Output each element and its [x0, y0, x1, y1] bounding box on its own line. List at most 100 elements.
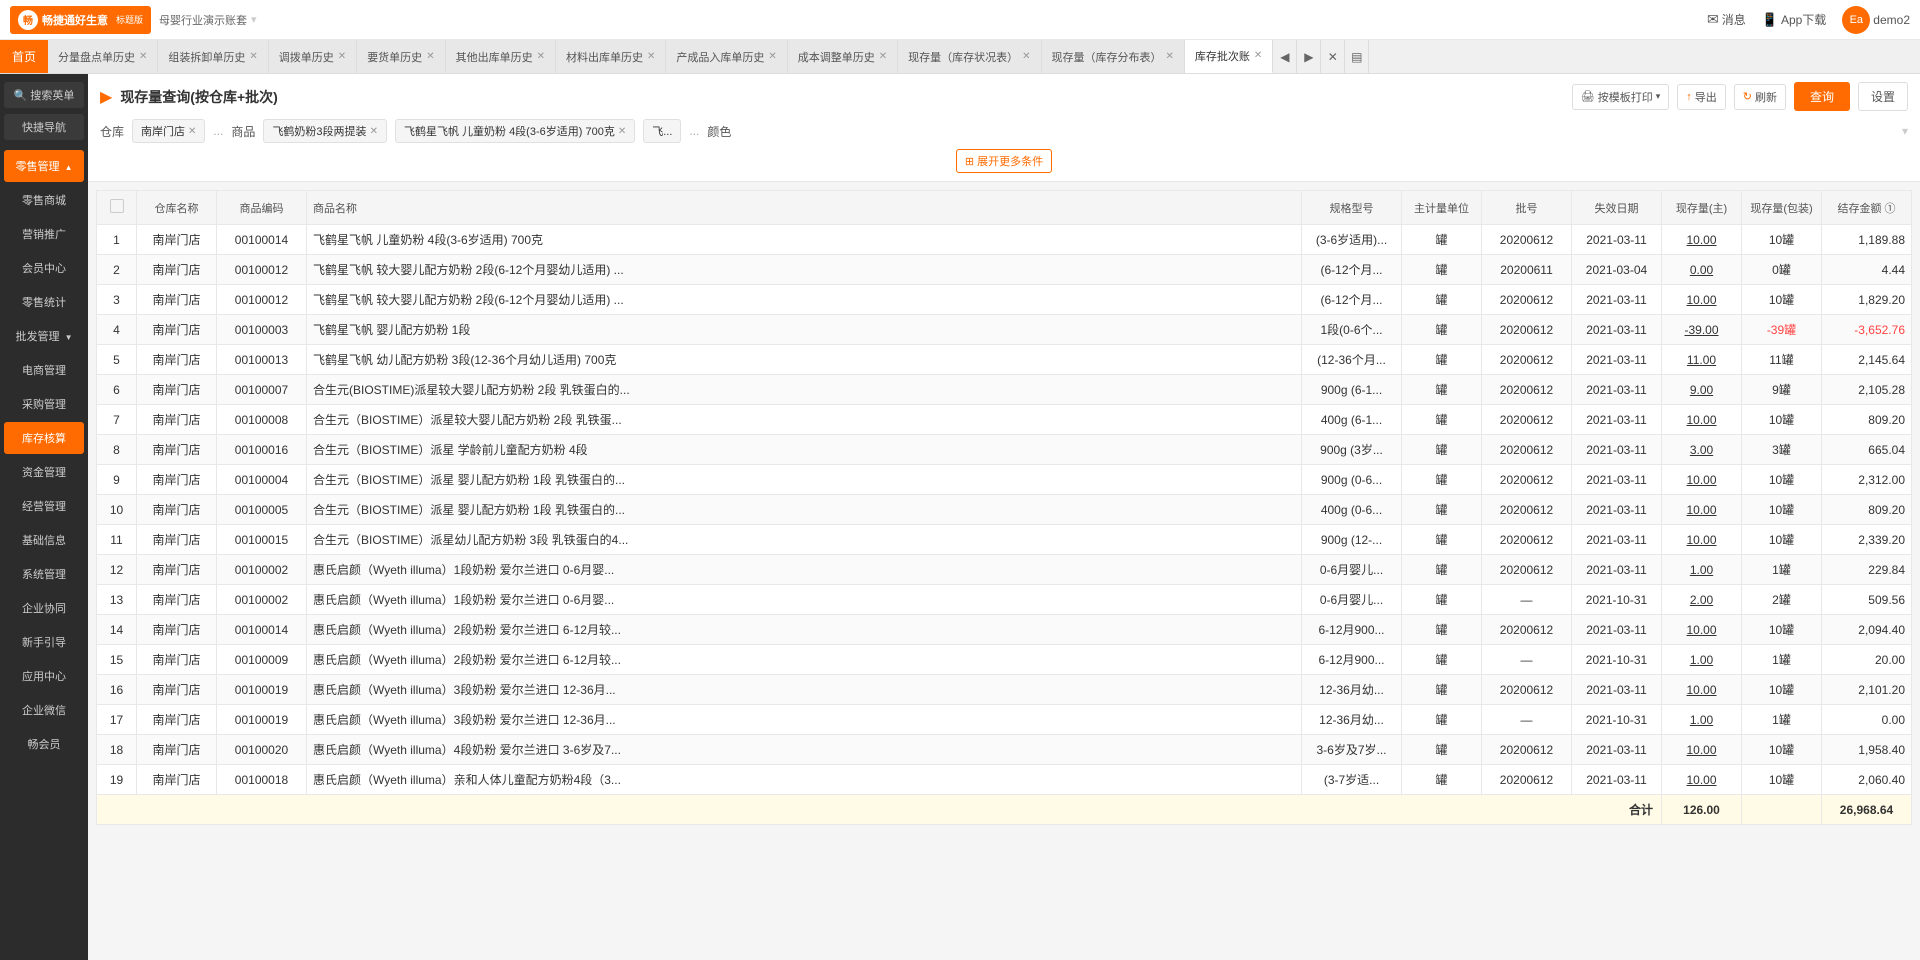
tab-5[interactable]: 其他出库单历史 ✕	[446, 40, 556, 74]
sidebar-item-retail-management[interactable]: 零售管理 ▲	[4, 150, 84, 182]
tab-8[interactable]: 成本调整单历史 ✕	[788, 40, 898, 74]
sidebar-item-purchase[interactable]: 采购管理	[4, 388, 84, 420]
cell-amount: 229.84	[1822, 555, 1912, 585]
download-btn[interactable]: 📱 App下载	[1762, 11, 1827, 28]
sidebar-item-member-label: 会员中心	[22, 263, 66, 275]
tab-7[interactable]: 产成品入库单历史 ✕	[666, 40, 787, 74]
sidebar-item-retail-stats[interactable]: 零售统计	[4, 286, 84, 318]
tab-close-all-btn[interactable]: ✕	[1321, 40, 1345, 74]
warehouse-more[interactable]: ...	[213, 124, 223, 138]
tab-prev-btn[interactable]: ◀	[1273, 40, 1297, 74]
cell-qty-main[interactable]: 2.00	[1662, 585, 1742, 615]
sidebar-item-finance[interactable]: 资金管理	[4, 456, 84, 488]
cell-qty-main[interactable]: 1.00	[1662, 705, 1742, 735]
sidebar-item-system[interactable]: 系统管理	[4, 558, 84, 590]
cell-qty-main[interactable]: 3.00	[1662, 435, 1742, 465]
sidebar-item-retail-mall[interactable]: 零售商城	[4, 184, 84, 216]
print-btn[interactable]: 🖨 按模板打印 ▾	[1572, 84, 1670, 110]
cell-qty-main[interactable]: 10.00	[1662, 465, 1742, 495]
sidebar-item-wechat[interactable]: 企业微信	[4, 694, 84, 726]
cell-amount: 665.04	[1822, 435, 1912, 465]
tab-3[interactable]: 调拨单历史 ✕	[269, 40, 357, 74]
tab-8-close[interactable]: ✕	[879, 51, 887, 62]
cell-expire: 2021-03-11	[1572, 525, 1662, 555]
product-more[interactable]: ...	[689, 124, 699, 138]
product-tag-more[interactable]: 飞...	[643, 119, 681, 143]
cell-qty-main[interactable]: 1.00	[1662, 645, 1742, 675]
product-tag-2[interactable]: 飞鹤星飞帆 儿童奶粉 4段(3-6岁适用) 700克 ✕	[395, 119, 635, 143]
cell-qty-main[interactable]: 10.00	[1662, 675, 1742, 705]
tab-6[interactable]: 材料出库单历史 ✕	[556, 40, 666, 74]
warehouse-tag[interactable]: 南岸门店 ✕	[132, 119, 205, 143]
tab-5-close[interactable]: ✕	[537, 51, 545, 62]
sidebar-item-enterprise-label: 企业协同	[22, 603, 66, 615]
cell-qty-main[interactable]: 10.00	[1662, 525, 1742, 555]
sidebar-item-marketing[interactable]: 营销推广	[4, 218, 84, 250]
sidebar-item-inventory[interactable]: 库存核算	[4, 422, 84, 454]
warehouse-tag-close[interactable]: ✕	[188, 126, 196, 137]
tab-next-btn[interactable]: ▶	[1297, 40, 1321, 74]
message-btn[interactable]: ✉ 消息	[1707, 11, 1746, 28]
expand-arrow[interactable]: ▶	[100, 87, 112, 107]
cell-qty-main[interactable]: 10.00	[1662, 225, 1742, 255]
tab-10[interactable]: 现存量（库存分布表） ✕	[1042, 40, 1185, 74]
settings-btn[interactable]: 设置	[1858, 82, 1908, 111]
tab-4[interactable]: 要货单历史 ✕	[357, 40, 445, 74]
print-label: 按模板打印	[1598, 89, 1653, 105]
sidebar-search[interactable]: 🔍 搜索英单	[4, 82, 84, 108]
export-btn[interactable]: ↑ 导出	[1677, 84, 1726, 110]
search-icon: 🔍	[14, 90, 28, 102]
logo-area[interactable]: 畅 畅捷通好生意 标题版	[10, 6, 151, 34]
cell-qty-main[interactable]: 1.00	[1662, 555, 1742, 585]
tab-6-close[interactable]: ✕	[647, 51, 655, 62]
tab-1-close[interactable]: ✕	[139, 51, 147, 62]
product-tag-1[interactable]: 飞鹤奶粉3段两提装 ✕	[263, 119, 387, 143]
cell-qty-main[interactable]: 10.00	[1662, 285, 1742, 315]
product-tag-1-close[interactable]: ✕	[370, 126, 378, 137]
cell-qty-main[interactable]: 9.00	[1662, 375, 1742, 405]
expand-conditions-btn[interactable]: ⊞ 展开更多条件	[956, 149, 1052, 173]
sidebar-item-enterprise[interactable]: 企业协同	[4, 592, 84, 624]
cell-batch: —	[1482, 645, 1572, 675]
tab-9-close[interactable]: ✕	[1022, 51, 1030, 62]
logo-subtitle: 标题版	[116, 13, 143, 26]
cell-num: 17	[97, 705, 137, 735]
cell-qty-main[interactable]: 11.00	[1662, 345, 1742, 375]
sidebar-item-member[interactable]: 会员中心	[4, 252, 84, 284]
cell-qty-main[interactable]: 10.00	[1662, 765, 1742, 795]
tab-10-close[interactable]: ✕	[1166, 51, 1174, 62]
product-tag-2-close[interactable]: ✕	[618, 126, 626, 137]
user-area[interactable]: Ea demo2	[1842, 6, 1910, 34]
tab-2[interactable]: 组装拆卸单历史 ✕	[158, 40, 268, 74]
tab-2-close[interactable]: ✕	[249, 51, 257, 62]
tab-4-close[interactable]: ✕	[426, 51, 434, 62]
cell-qty-main[interactable]: 10.00	[1662, 615, 1742, 645]
sidebar-item-apps[interactable]: 应用中心	[4, 660, 84, 692]
header-checkbox[interactable]	[110, 199, 124, 213]
sidebar-item-ecommerce[interactable]: 电商管理	[4, 354, 84, 386]
tab-9[interactable]: 现存量（库存状况表） ✕	[898, 40, 1041, 74]
tab-11-close[interactable]: ✕	[1254, 50, 1262, 61]
cell-qty-main[interactable]: 10.00	[1662, 405, 1742, 435]
tab-menu-btn[interactable]: ▤	[1345, 40, 1369, 74]
cell-qty-main[interactable]: -39.00	[1662, 315, 1742, 345]
tab-1[interactable]: 分量盘点单历史 ✕	[48, 40, 158, 74]
tab-11[interactable]: 库存批次账 ✕	[1185, 40, 1273, 74]
query-btn[interactable]: 查询	[1794, 82, 1850, 111]
sidebar-item-operations[interactable]: 经营管理	[4, 490, 84, 522]
sidebar-item-wholesale[interactable]: 批发管理 ▼	[4, 320, 84, 352]
tab-3-close[interactable]: ✕	[338, 51, 346, 62]
cell-qty-main[interactable]: 0.00	[1662, 255, 1742, 285]
tab-2-label: 组装拆卸单历史	[168, 49, 245, 65]
sidebar-item-member-plus[interactable]: 畅会员	[4, 728, 84, 760]
cell-name: 惠氏启颜（Wyeth illuma）亲和人体儿童配方奶粉4段（3...	[307, 765, 1302, 795]
tab-7-close[interactable]: ✕	[768, 51, 776, 62]
sidebar-quick-nav[interactable]: 快捷导航	[4, 114, 84, 140]
sidebar-item-basics[interactable]: 基础信息	[4, 524, 84, 556]
refresh-btn[interactable]: ↻ 刷新	[1734, 84, 1786, 110]
sidebar-item-guide[interactable]: 新手引导	[4, 626, 84, 658]
color-dropdown-arrow[interactable]: ▾	[1902, 124, 1908, 138]
cell-qty-main[interactable]: 10.00	[1662, 735, 1742, 765]
tab-home[interactable]: 首页	[0, 40, 48, 74]
cell-qty-main[interactable]: 10.00	[1662, 495, 1742, 525]
